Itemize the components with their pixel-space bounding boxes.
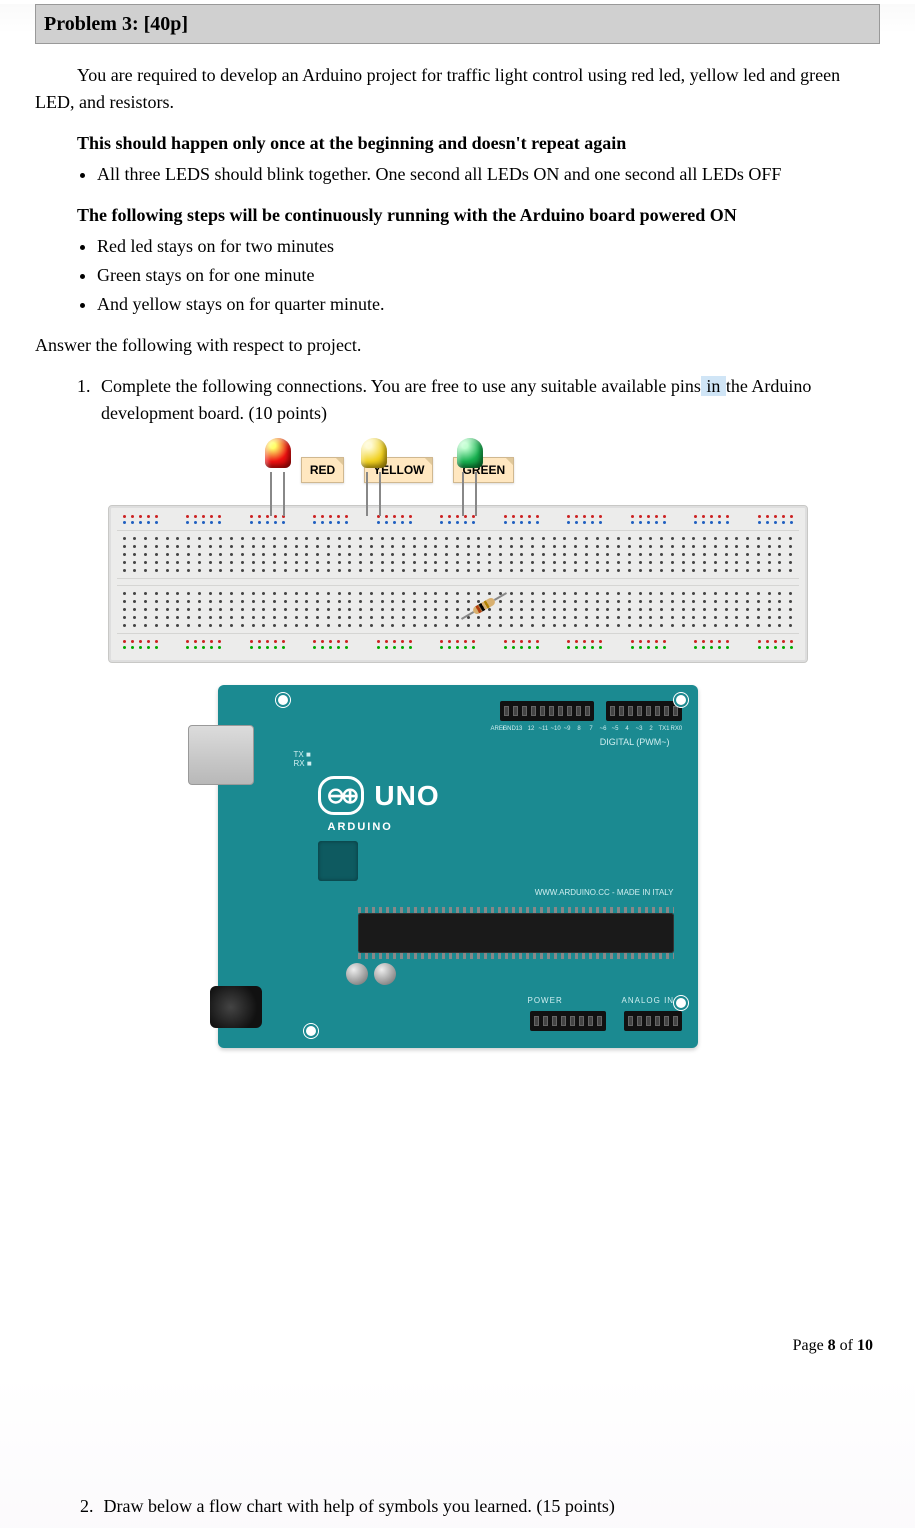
- circuit-diagram: RED YELLOW GREEN: [100, 457, 815, 1048]
- problem-header: Problem 3: [40p]: [35, 4, 880, 44]
- loop-list: Red led stays on for two minutes Green s…: [97, 233, 880, 318]
- top-pin-labels: AREFGND1312~11~10~987~6~54~32TX1RX0: [238, 725, 680, 734]
- breadboard: [108, 505, 808, 663]
- list-item: Red led stays on for two minutes: [97, 233, 880, 260]
- q1-text-pre: Complete the following connections. You …: [101, 376, 701, 396]
- made-in-label: WWW.ARDUINO.CC - MADE IN ITALY: [238, 887, 674, 899]
- pin-header-icon: [624, 1011, 682, 1031]
- once-heading: This should happen only once at the begi…: [77, 130, 880, 157]
- arduino-board: AREFGND1312~11~10~987~6~54~32TX1RX0 DIGI…: [218, 685, 698, 1048]
- analog-label: ANALOG IN: [622, 995, 684, 1007]
- digital-label: DIGITAL (PWM~): [238, 736, 670, 750]
- document-page: Problem 3: [40p] You are required to dev…: [0, 4, 915, 1528]
- mounting-hole-icon: [278, 695, 288, 705]
- board-name: UNO: [374, 775, 439, 817]
- arduino-logo: ⊖⊕ UNO: [318, 775, 684, 817]
- question-2: 2. Draw below a flow chart with help of s…: [80, 1493, 615, 1520]
- q2-text: Draw below a flow chart with help of sym…: [104, 1496, 615, 1516]
- digital-pin-row: [238, 699, 684, 723]
- barrel-jack-icon: [210, 986, 262, 1028]
- mounting-hole-icon: [676, 695, 686, 705]
- mounting-hole-icon: [676, 998, 686, 1008]
- question-1: Complete the following connections. You …: [95, 373, 880, 427]
- list-item: And yellow stays on for quarter minute.: [97, 291, 880, 318]
- question-list: Complete the following connections. You …: [95, 373, 880, 427]
- red-led-icon: [265, 438, 291, 478]
- intro-paragraph: You are required to develop an Arduino p…: [35, 62, 880, 116]
- pin-header-icon: [606, 701, 682, 721]
- tx-label: TX: [294, 750, 304, 759]
- list-item: All three LEDS should blink together. On…: [97, 161, 880, 188]
- field-bot: [117, 585, 799, 634]
- problem-title: Problem 3: [40p]: [44, 13, 188, 35]
- rail-top-2: [123, 521, 793, 524]
- answer-prompt: Answer the following with respect to pro…: [35, 332, 880, 359]
- txrx-labels: TX ■ RX ■: [294, 750, 684, 769]
- field-top: [117, 530, 799, 579]
- q2-number: 2.: [80, 1496, 94, 1516]
- rx-label: RX: [294, 759, 305, 768]
- q1-highlight: in: [701, 376, 726, 396]
- brand-label: ARDUINO: [328, 819, 684, 836]
- smd-chip-icon: [318, 841, 358, 881]
- rail-bot-1: [123, 640, 793, 643]
- power-label: POWER: [528, 995, 608, 1007]
- green-led-icon: [457, 438, 483, 478]
- yellow-led-icon: [361, 438, 387, 478]
- pin-header-icon: [500, 701, 594, 721]
- bottom-pin-row: POWER ANALOG IN: [238, 995, 684, 1034]
- once-list: All three LEDS should blink together. On…: [97, 161, 880, 188]
- loop-heading: The following steps will be continuously…: [77, 202, 880, 229]
- usb-port-icon: [188, 725, 254, 785]
- mcu-chip-icon: [358, 913, 674, 953]
- list-item: Green stays on for one minute: [97, 262, 880, 289]
- infinity-icon: ⊖⊕: [318, 776, 365, 815]
- rail-bot-2: [123, 646, 793, 649]
- page-number: Page 8 of 10: [793, 1334, 873, 1358]
- mounting-hole-icon: [306, 1026, 316, 1036]
- pin-header-icon: [530, 1011, 606, 1031]
- leds-on-board: [265, 438, 483, 478]
- capacitors-icon: [346, 963, 684, 985]
